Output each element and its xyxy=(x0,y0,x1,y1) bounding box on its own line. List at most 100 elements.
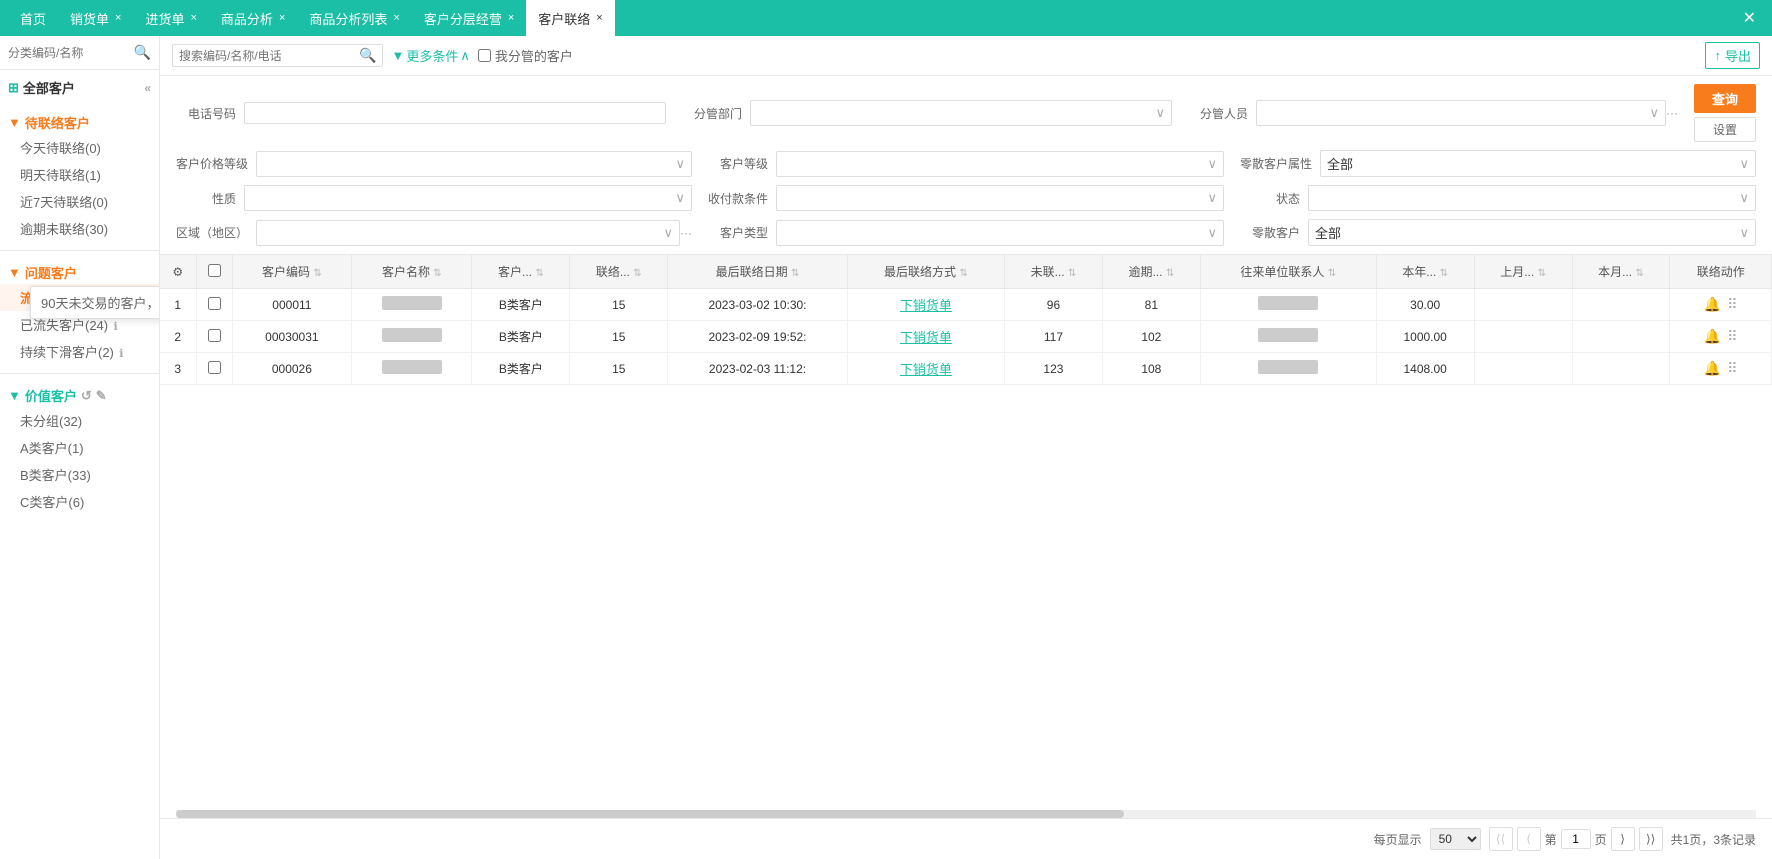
row-check[interactable] xyxy=(208,297,221,310)
nav-sales-order[interactable]: 销货单 × xyxy=(58,0,133,36)
col-last-contact-method[interactable]: 最后联络方式 ⇅ xyxy=(847,255,1004,289)
sidebar-item-overdue[interactable]: 逾期未联络(30) xyxy=(0,215,159,242)
contact-method-link[interactable]: 下销货单 xyxy=(900,362,952,377)
table-row: 3 000026 B类客户 15 2023-02-03 11:12: 下销货单 … xyxy=(160,353,1772,385)
category-search-input[interactable] xyxy=(8,46,132,60)
contact-icon[interactable]: 🔔 xyxy=(1704,296,1721,313)
export-button[interactable]: ↑ 导出 xyxy=(1705,42,1760,69)
more-icon[interactable]: ⠿ xyxy=(1727,360,1737,377)
nav-product-analysis-list[interactable]: 商品分析列表 × xyxy=(297,0,411,36)
manager-more-btn[interactable]: ··· xyxy=(1666,106,1678,120)
last-page-btn[interactable]: ⟩⟩ xyxy=(1639,827,1663,851)
close-icon[interactable]: × xyxy=(508,12,514,24)
sidebar-item-today[interactable]: 今天待联络(0) xyxy=(0,134,159,161)
row-last-date: 2023-02-03 11:12: xyxy=(668,353,848,385)
close-icon[interactable]: × xyxy=(279,12,285,24)
contact-method-link[interactable]: 下销货单 xyxy=(900,330,952,345)
close-icon[interactable]: × xyxy=(596,12,602,24)
filter-retail-attr-select[interactable]: 全部 ∨ xyxy=(1320,150,1756,177)
sidebar-item-ungrouped[interactable]: 未分组(32) xyxy=(0,407,159,434)
sidebar-item-b-class[interactable]: B类客户(33) xyxy=(0,461,159,488)
filter-customer-level-select[interactable]: ∨ xyxy=(776,151,1224,177)
col-customer-type[interactable]: 客户... ⇅ xyxy=(472,255,570,289)
filter-dept-select[interactable]: ∨ xyxy=(750,100,1172,126)
row-action: 🔔 ⠿ xyxy=(1670,321,1772,353)
collapse-icon[interactable]: « xyxy=(144,81,151,95)
sidebar-item-7days[interactable]: 近7天待联络(0) xyxy=(0,188,159,215)
filter-payment-select[interactable]: ∨ xyxy=(776,185,1224,211)
col-not-contacted[interactable]: 未联... ⇅ xyxy=(1005,255,1103,289)
window-close-button[interactable]: ✕ xyxy=(1735,8,1764,28)
nav-purchase-order[interactable]: 进货单 × xyxy=(133,0,208,36)
query-button[interactable]: 查询 xyxy=(1694,84,1756,113)
chevron-down-icon4: ∨ xyxy=(1207,156,1217,172)
nav-customer-segmentation[interactable]: 客户分层经营 × xyxy=(412,0,526,36)
edit-icon[interactable]: ✎ xyxy=(96,388,107,404)
filter-status-select[interactable]: ∨ xyxy=(1308,185,1756,211)
nav-home[interactable]: 首页 xyxy=(8,0,58,36)
next-page-btn[interactable]: ⟩ xyxy=(1611,827,1635,851)
sidebar-item-tomorrow[interactable]: 明天待联络(1) xyxy=(0,161,159,188)
more-icon[interactable]: ⠿ xyxy=(1727,328,1737,345)
row-checkbox[interactable] xyxy=(196,321,232,353)
first-page-btn[interactable]: ⟨⟨ xyxy=(1489,827,1513,851)
filter-icon: ▼ xyxy=(391,48,404,63)
col-customer-name[interactable]: 客户名称 ⇅ xyxy=(352,255,472,289)
nav-customer-contact[interactable]: 客户联络 × xyxy=(526,0,614,36)
sidebar-item-declining[interactable]: 持续下滑客户(2) ℹ xyxy=(0,338,159,365)
filter-manager-select[interactable]: ∨ xyxy=(1256,100,1666,126)
my-customers-checkbox[interactable]: 我分管的客户 xyxy=(478,46,573,65)
prev-page-btn[interactable]: ⟨ xyxy=(1517,827,1541,851)
close-icon[interactable]: × xyxy=(393,12,399,24)
col-customer-code[interactable]: 客户编码 ⇅ xyxy=(232,255,352,289)
problem-customers-title[interactable]: ▼ 问题客户 xyxy=(0,259,159,284)
my-customers-check[interactable] xyxy=(478,49,491,62)
col-overdue[interactable]: 逾期... ⇅ xyxy=(1102,255,1200,289)
page-size-select[interactable]: 50 100 200 xyxy=(1430,828,1481,850)
nav-product-analysis[interactable]: 商品分析 × xyxy=(209,0,297,36)
settings-button[interactable]: 设置 xyxy=(1694,117,1756,142)
refresh-icon[interactable]: ↺ xyxy=(81,388,92,404)
col-last-contact-date[interactable]: 最后联络日期 ⇅ xyxy=(668,255,848,289)
page-number-input[interactable] xyxy=(1561,829,1591,849)
main-search-input[interactable] xyxy=(179,49,359,63)
col-settings[interactable]: ⚙ xyxy=(160,255,196,289)
all-customers-header[interactable]: ⊞ 全部客户 « xyxy=(0,70,159,105)
top-nav: 首页 销货单 × 进货单 × 商品分析 × 商品分析列表 × 客户分层经营 × … xyxy=(0,0,1772,36)
main-search-icon[interactable]: 🔍 xyxy=(359,47,376,64)
filter-payment: 收付款条件 ∨ xyxy=(708,185,1224,211)
chevron-down-icon6: ∨ xyxy=(675,190,685,206)
filter-price-level-select[interactable]: ∨ xyxy=(256,151,692,177)
region-more-btn[interactable]: ··· xyxy=(680,226,692,240)
col-this-month[interactable]: 本月... ⇅ xyxy=(1572,255,1670,289)
row-check[interactable] xyxy=(208,329,221,342)
col-contact-count[interactable]: 联络... ⇅ xyxy=(570,255,668,289)
filter-region-select[interactable]: ∨ xyxy=(256,220,680,246)
contact-method-link[interactable]: 下销货单 xyxy=(900,298,952,313)
filter-retail-customer-select[interactable]: 全部 ∨ xyxy=(1308,219,1756,246)
filter-phone-input[interactable] xyxy=(244,102,666,124)
row-checkbox[interactable] xyxy=(196,353,232,385)
select-all-checkbox[interactable] xyxy=(208,264,221,277)
more-icon[interactable]: ⠿ xyxy=(1727,296,1737,313)
col-this-year[interactable]: 本年... ⇅ xyxy=(1376,255,1474,289)
row-this-year: 30.00 xyxy=(1376,289,1474,321)
filter-nature-select[interactable]: ∨ xyxy=(244,185,692,211)
close-icon[interactable]: × xyxy=(115,12,121,24)
horizontal-scrollbar[interactable] xyxy=(176,810,1756,818)
sidebar-item-a-class[interactable]: A类客户(1) xyxy=(0,434,159,461)
row-checkbox[interactable] xyxy=(196,289,232,321)
value-customers-title[interactable]: ▼ 价值客户 ↺ ✎ xyxy=(0,382,159,407)
sidebar-item-c-class[interactable]: C类客户(6) xyxy=(0,488,159,515)
contact-icon[interactable]: 🔔 xyxy=(1704,328,1721,345)
col-checkbox[interactable] xyxy=(196,255,232,289)
more-filter-btn[interactable]: ▼ 更多条件 ∧ xyxy=(391,46,469,65)
row-check[interactable] xyxy=(208,361,221,374)
scrollbar-thumb[interactable] xyxy=(176,810,1124,818)
filter-customer-type-select[interactable]: ∨ xyxy=(776,220,1224,246)
col-last-month[interactable]: 上月... ⇅ xyxy=(1474,255,1572,289)
col-contacts[interactable]: 往来单位联系人 ⇅ xyxy=(1200,255,1376,289)
contact-icon[interactable]: 🔔 xyxy=(1704,360,1721,377)
pending-contact-title[interactable]: ▼ 待联络客户 xyxy=(0,109,159,134)
close-icon[interactable]: × xyxy=(190,12,196,24)
